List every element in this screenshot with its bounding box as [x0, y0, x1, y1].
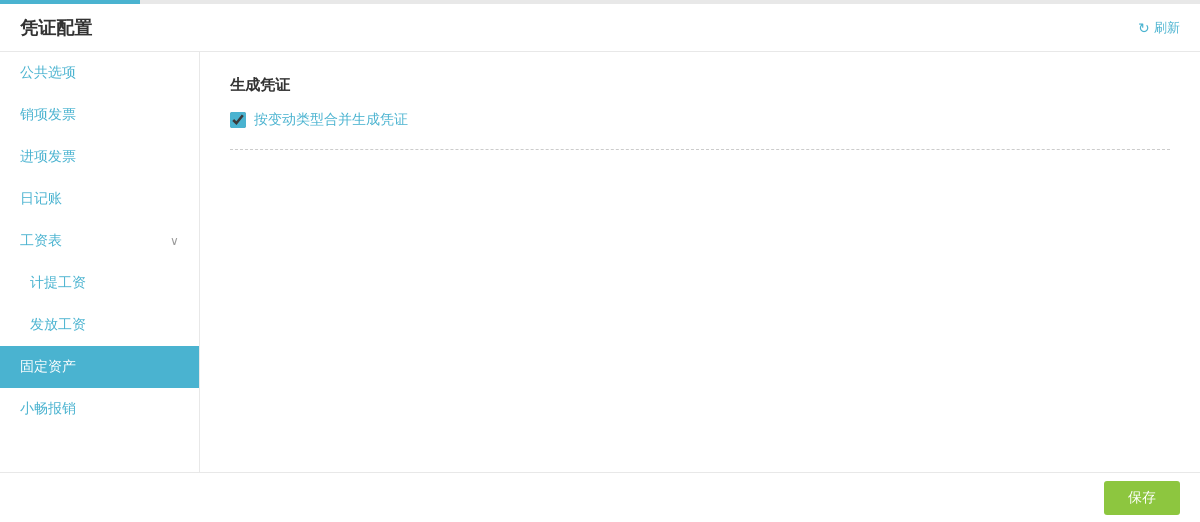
- sidebar-sub-item-label: 发放工资: [30, 316, 86, 332]
- refresh-label: 刷新: [1154, 19, 1180, 37]
- page-title: 凭证配置: [20, 16, 92, 40]
- sidebar-item-purchase-invoice[interactable]: 进项发票: [0, 136, 199, 178]
- sidebar-sub-item-label: 计提工资: [30, 274, 86, 290]
- sidebar-item-sales-invoice[interactable]: 销项发票: [0, 94, 199, 136]
- sidebar: 公共选项 销项发票 进项发票 日记账 工资表 ∨ 计提工资 发放工资 固定资产 …: [0, 52, 200, 472]
- save-button[interactable]: 保存: [1104, 481, 1180, 515]
- section-divider: [230, 149, 1170, 150]
- sidebar-item-expense-report[interactable]: 小畅报销: [0, 388, 199, 430]
- page-footer: 保存: [0, 472, 1200, 522]
- chevron-down-icon: ∨: [170, 234, 179, 248]
- merge-by-type-checkbox[interactable]: [230, 112, 246, 128]
- sidebar-item-label: 公共选项: [20, 64, 76, 82]
- refresh-button[interactable]: ↻ 刷新: [1138, 19, 1180, 37]
- sidebar-item-label: 销项发票: [20, 106, 76, 124]
- sidebar-item-payroll-accrue[interactable]: 计提工资: [0, 262, 199, 304]
- main-layout: 公共选项 销项发票 进项发票 日记账 工资表 ∨ 计提工资 发放工资 固定资产 …: [0, 52, 1200, 472]
- sidebar-item-public-options[interactable]: 公共选项: [0, 52, 199, 94]
- section-title: 生成凭证: [230, 76, 1170, 95]
- sidebar-item-label: 固定资产: [20, 358, 76, 376]
- sidebar-item-label: 小畅报销: [20, 400, 76, 418]
- sidebar-item-label: 日记账: [20, 190, 62, 208]
- sidebar-item-fixed-assets[interactable]: 固定资产: [0, 346, 199, 388]
- sidebar-item-journal[interactable]: 日记账: [0, 178, 199, 220]
- content-area: 生成凭证 按变动类型合并生成凭证: [200, 52, 1200, 472]
- sidebar-item-label: 进项发票: [20, 148, 76, 166]
- sidebar-item-label: 工资表: [20, 232, 62, 250]
- checkbox-row: 按变动类型合并生成凭证: [230, 111, 1170, 129]
- sidebar-item-payroll-pay[interactable]: 发放工资: [0, 304, 199, 346]
- sidebar-item-payroll-table[interactable]: 工资表 ∨: [0, 220, 199, 262]
- checkbox-label[interactable]: 按变动类型合并生成凭证: [254, 111, 408, 129]
- refresh-icon: ↻: [1138, 20, 1150, 36]
- page-header: 凭证配置 ↻ 刷新: [0, 4, 1200, 52]
